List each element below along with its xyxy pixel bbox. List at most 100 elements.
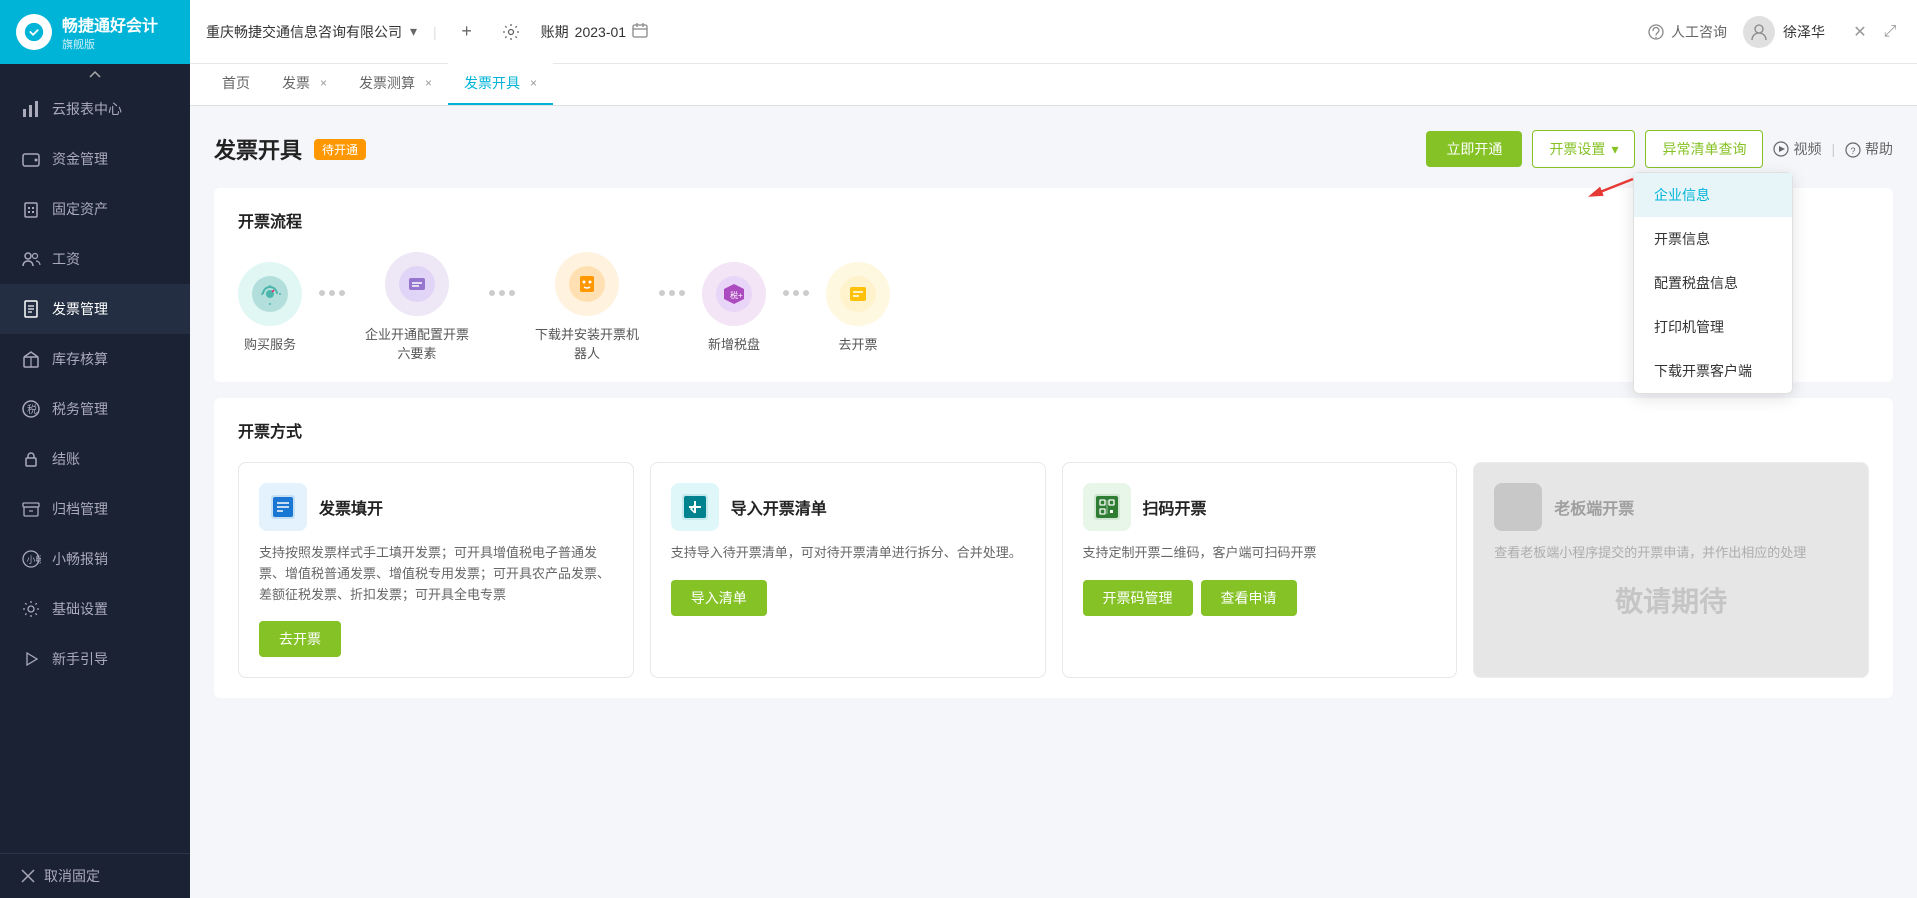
- page-title: 发票开具: [214, 133, 302, 165]
- method-btn-saoma-view[interactable]: 查看申请: [1201, 580, 1297, 616]
- top-bar: 重庆畅捷交通信息咨询有限公司 ▾ | + 账期 2023-01 人工咨询: [190, 0, 1917, 64]
- sidebar-item-jiezhang[interactable]: 结账: [0, 434, 190, 484]
- dropdown-item-download[interactable]: 下载开票客户端: [1634, 349, 1792, 393]
- service-label: 人工咨询: [1671, 22, 1727, 42]
- tab-close-cesuan[interactable]: ×: [425, 76, 432, 90]
- step-connector-2: [472, 290, 532, 296]
- receipt-icon: [20, 298, 42, 320]
- box-icon: [20, 348, 42, 370]
- tab-home[interactable]: 首页: [206, 63, 266, 105]
- content-area: 发票开具 待开通 立即开通 开票设置 ▾ 异常清单查询 视频 |: [190, 106, 1917, 898]
- method-desc-laoban: 查看老板端小程序提交的开票申请，并作出相应的处理: [1494, 543, 1848, 564]
- sidebar-bottom-label: 取消固定: [44, 866, 100, 886]
- window-controls: ✕ ⤢: [1849, 21, 1901, 43]
- flow-steps: 购买服务 企业开通配置开票六要素: [238, 252, 1869, 362]
- report-icon: 小畅: [20, 548, 42, 570]
- sidebar-label-gudingzichan: 固定资产: [52, 199, 108, 219]
- method-btn-tiankhai[interactable]: 去开票: [259, 621, 341, 657]
- sidebar-item-kucun[interactable]: 库存核算: [0, 334, 190, 384]
- dropdown-item-enterprise[interactable]: 企业信息: [1634, 173, 1792, 217]
- sidebar-item-fapiao[interactable]: 发票管理: [0, 284, 190, 334]
- tab-close-kaiju[interactable]: ×: [530, 76, 537, 90]
- user-avatar: [1743, 16, 1775, 48]
- period-label: 账期 2023-01: [541, 22, 648, 42]
- lock-icon: [20, 448, 42, 470]
- method-btns-saoma: 开票码管理 查看申请: [1083, 580, 1437, 616]
- flow-step-5: 去开票: [826, 262, 890, 353]
- sidebar-label-guidang: 归档管理: [52, 499, 108, 519]
- sidebar-item-xiaobaoxiao[interactable]: 小畅 小畅报销: [0, 534, 190, 584]
- svg-text:税: 税: [27, 403, 37, 416]
- method-desc-saoma: 支持定制开票二维码，客户端可扫码开票: [1083, 543, 1437, 564]
- tab-fapiao[interactable]: 发票 ×: [266, 63, 343, 105]
- flow-step-1: 购买服务: [238, 262, 302, 353]
- method-title-saoma: 扫码开票: [1143, 495, 1207, 519]
- method-desc-daoru: 支持导入待开票清单，可对待开票清单进行拆分、合并处理。: [671, 543, 1025, 564]
- add-company-button[interactable]: +: [453, 18, 481, 46]
- method-icon-daoru: [671, 483, 719, 531]
- step-connector-1: [302, 290, 362, 296]
- method-title-laoban: 老板端开票: [1554, 495, 1634, 519]
- methods-grid: 发票填开 支持按照发票样式手工填开发票；可开具增值税电子普通发票、增值税普通发票…: [238, 462, 1869, 678]
- sidebar-scroll-up[interactable]: [0, 64, 190, 84]
- step-label-1: 购买服务: [244, 334, 296, 353]
- step-label-4: 新增税盘: [708, 334, 760, 353]
- app-title: 畅捷通好会计: [62, 12, 158, 36]
- settings-dropdown-button[interactable]: 开票设置 ▾: [1532, 130, 1635, 168]
- top-divider: |: [433, 24, 437, 40]
- activate-button[interactable]: 立即开通: [1426, 131, 1522, 167]
- tab-bar: 首页 发票 × 发票测算 × 发票开具 ×: [190, 64, 1917, 106]
- step-icon-4: 税+: [702, 262, 766, 326]
- sidebar-item-shuiwu[interactable]: 税 税务管理: [0, 384, 190, 434]
- calendar-icon: [632, 22, 648, 41]
- tab-fapiao-cesuan[interactable]: 发票测算 ×: [343, 63, 448, 105]
- user-info[interactable]: 徐泽华: [1743, 16, 1825, 48]
- sidebar-label-jichu: 基础设置: [52, 599, 108, 619]
- tab-close-fapiao[interactable]: ×: [320, 76, 327, 90]
- sidebar-item-jichu[interactable]: 基础设置: [0, 584, 190, 634]
- sidebar-item-zijin[interactable]: 资金管理: [0, 134, 190, 184]
- sidebar-label-gongzi: 工资: [52, 249, 80, 269]
- settings-button[interactable]: [497, 18, 525, 46]
- method-icon-saoma: [1083, 483, 1131, 531]
- dropdown-item-printer[interactable]: 打印机管理: [1634, 305, 1792, 349]
- maximize-button[interactable]: ⤢: [1879, 21, 1901, 43]
- method-btn-saoma-qrcode[interactable]: 开票码管理: [1083, 580, 1193, 616]
- flow-section-title: 开票流程: [238, 208, 1869, 232]
- logo-text: 畅捷通好会计 旗舰版: [62, 12, 158, 52]
- video-button[interactable]: 视频: [1773, 139, 1821, 159]
- company-name: 重庆畅捷交通信息咨询有限公司: [206, 22, 402, 42]
- sidebar-label-yunbao: 云报表中心: [52, 99, 122, 119]
- sidebar-label-fapiao: 发票管理: [52, 299, 108, 319]
- abnormal-button[interactable]: 异常清单查询: [1645, 130, 1763, 168]
- close-button[interactable]: ✕: [1849, 21, 1871, 43]
- help-button[interactable]: ? 帮助: [1845, 139, 1893, 159]
- sidebar-cancel-pin[interactable]: 取消固定: [0, 853, 190, 898]
- dropdown-item-invoice-info[interactable]: 开票信息: [1634, 217, 1792, 261]
- tab-fapiao-kaiju[interactable]: 发票开具 ×: [448, 63, 553, 105]
- sidebar-label-jiezhang: 结账: [52, 449, 80, 469]
- sidebar-item-gongzi[interactable]: 工资: [0, 234, 190, 284]
- svg-text:税+: 税+: [730, 290, 743, 300]
- method-header-laoban: 老板端开票: [1494, 483, 1848, 531]
- service-button[interactable]: 人工咨询: [1647, 22, 1727, 42]
- tax-icon: 税: [20, 398, 42, 420]
- sidebar-item-yunbao[interactable]: 云报表中心: [0, 84, 190, 134]
- sidebar-item-xinshouyin[interactable]: 新手引导: [0, 634, 190, 684]
- dropdown-item-tax-disk[interactable]: 配置税盘信息: [1634, 261, 1792, 305]
- top-right-actions: 人工咨询 徐泽华 ✕ ⤢: [1647, 16, 1901, 48]
- sidebar-label-xiaobaoxiao: 小畅报销: [52, 549, 108, 569]
- logo-icon: [16, 14, 52, 50]
- sidebar-nav: 云报表中心 资金管理 固定资产 工资: [0, 84, 190, 853]
- archive-icon: [20, 498, 42, 520]
- sidebar-item-gudingzichan[interactable]: 固定资产: [0, 184, 190, 234]
- method-icon-laoban: [1494, 483, 1542, 531]
- method-header-tiankhai: 发票填开: [259, 483, 613, 531]
- sidebar-label-shuiwu: 税务管理: [52, 399, 108, 419]
- company-selector[interactable]: 重庆畅捷交通信息咨询有限公司 ▾: [206, 22, 417, 42]
- sidebar-item-guidang[interactable]: 归档管理: [0, 484, 190, 534]
- flow-step-3: 下载并安装开票机器人: [532, 252, 642, 362]
- svg-text:小畅: 小畅: [27, 554, 42, 565]
- method-btn-daoru[interactable]: 导入清单: [671, 580, 767, 616]
- method-card-laoban: 老板端开票 查看老板端小程序提交的开票申请，并作出相应的处理 敬请期待: [1473, 462, 1869, 678]
